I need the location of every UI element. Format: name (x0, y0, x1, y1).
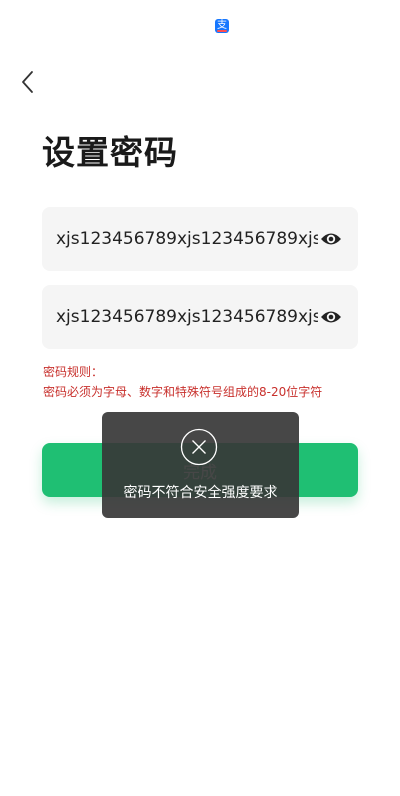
back-button[interactable] (14, 66, 44, 98)
confirm-password-field[interactable] (42, 285, 358, 349)
error-toast: 密码不符合安全强度要求 (102, 412, 299, 518)
password-input[interactable] (56, 207, 318, 271)
toast-message: 密码不符合安全强度要求 (123, 485, 278, 501)
close-circle-icon (180, 428, 218, 466)
alipay-icon: 支 (215, 19, 229, 33)
password-rules-heading: 密码规则： (43, 365, 104, 379)
chevron-left-icon (22, 71, 33, 93)
page-title: 设置密码 (42, 133, 178, 172)
confirm-password-input[interactable] (56, 285, 318, 349)
password-rules-text: 密码必须为字母、数字和特殊符号组成的8-20位字符 (43, 385, 323, 399)
eye-icon[interactable] (320, 229, 342, 249)
password-field[interactable] (42, 207, 358, 271)
eye-icon[interactable] (320, 307, 342, 327)
